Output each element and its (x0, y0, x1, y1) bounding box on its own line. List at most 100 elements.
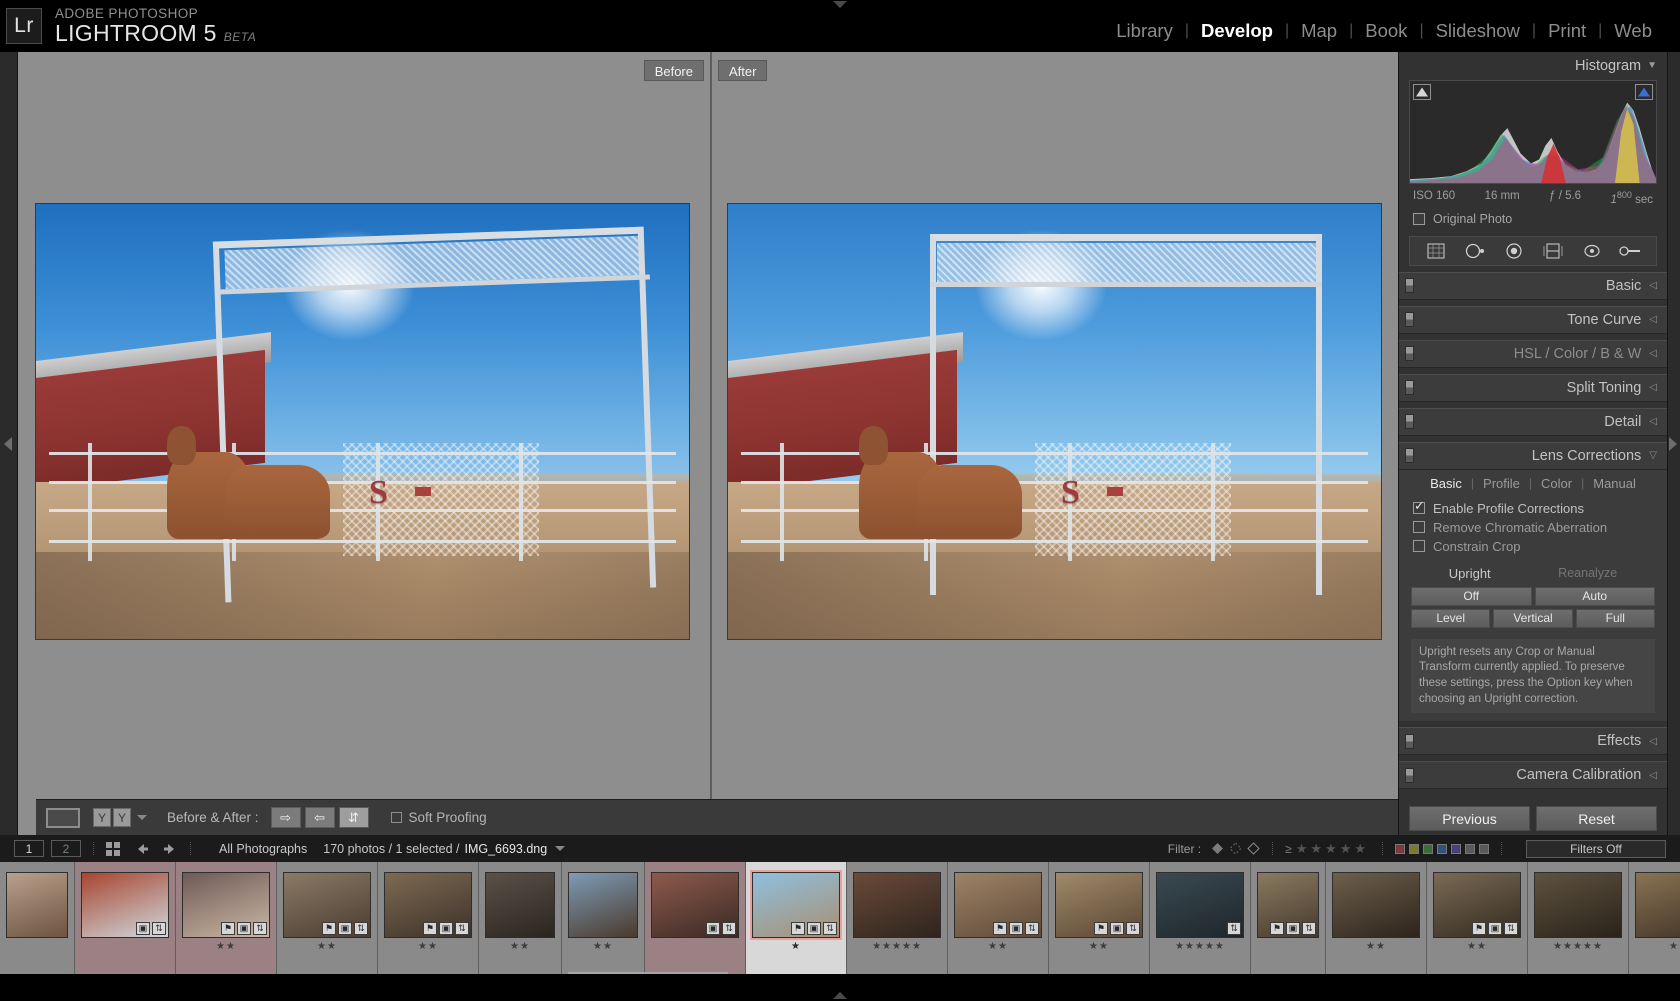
upright-auto-button[interactable]: Auto (1534, 586, 1655, 606)
panel-switch-icon[interactable] (1405, 733, 1414, 749)
panel-header-basic[interactable]: Basic ◁ (1399, 271, 1667, 300)
filmstrip-source-label[interactable]: All Photographs (219, 842, 307, 856)
thumbnail-rating[interactable]: ★★ (1366, 941, 1386, 953)
color-label-1[interactable] (1395, 843, 1405, 854)
badge-dev-icon[interactable]: ⇅ (1227, 922, 1241, 935)
badge-dev-icon[interactable]: ⇅ (1302, 922, 1316, 935)
thumbnail-rating[interactable]: ★★ (1669, 941, 1680, 953)
reset-button[interactable]: Reset (1536, 806, 1657, 831)
badge-crop-icon[interactable]: ▣ (237, 922, 251, 935)
badge-flag-icon[interactable]: ⚑ (322, 922, 336, 935)
view-mode-button[interactable] (46, 807, 80, 828)
color-label-4[interactable] (1437, 843, 1447, 854)
soft-proofing-toggle[interactable]: Soft Proofing (390, 810, 487, 825)
color-label-3[interactable] (1423, 843, 1433, 854)
badge-crop-icon[interactable]: ▣ (1488, 922, 1502, 935)
checkbox[interactable] (1413, 521, 1425, 534)
module-print[interactable]: Print (1536, 20, 1598, 42)
swap-before-after-button[interactable]: ⇵ (338, 807, 369, 828)
chevron-icon[interactable]: ◁ (1649, 770, 1657, 781)
badge-dev-icon[interactable]: ⇅ (354, 922, 368, 935)
panel-header-camera-calibration[interactable]: Camera Calibration ◁ (1399, 761, 1667, 790)
filmstrip-filename[interactable]: IMG_6693.dng (464, 842, 547, 856)
after-photo[interactable]: S (727, 203, 1382, 640)
badge-crop-icon[interactable]: ▣ (706, 922, 720, 935)
badge-flag-icon[interactable]: ⚑ (1270, 922, 1284, 935)
crop-overlay-icon[interactable] (1424, 241, 1448, 261)
panel-switch-icon[interactable] (1405, 414, 1414, 430)
panel-switch-icon[interactable] (1405, 346, 1414, 362)
page-2-button[interactable]: 2 (51, 840, 81, 857)
previous-button[interactable]: Previous (1409, 806, 1530, 831)
thumbnail-rating[interactable]: ★★ (988, 941, 1008, 953)
filter-stars[interactable]: ★ ★ ★ ★ ★ (1296, 841, 1366, 857)
lens-tab-color[interactable]: Color (1534, 476, 1579, 491)
panel-switch-icon[interactable] (1405, 448, 1414, 464)
color-label-6[interactable] (1465, 843, 1475, 854)
thumbnail-rating[interactable]: ★★★★★ (1553, 941, 1603, 953)
filmstrip-thumbnail[interactable]: ⚑ ▣ ⇅ ★★ (176, 862, 277, 974)
flag-y-button-1[interactable]: Y (93, 808, 111, 827)
adjustment-brush-icon[interactable] (1618, 241, 1643, 261)
upright-vertical-button[interactable]: Vertical (1493, 608, 1573, 628)
panel-switch-icon[interactable] (1405, 278, 1414, 294)
lens-tab-manual[interactable]: Manual (1586, 476, 1643, 491)
radial-filter-icon[interactable] (1580, 241, 1604, 261)
checkbox-row-constrain-crop[interactable]: Constrain Crop (1399, 537, 1667, 556)
page-1-button[interactable]: 1 (14, 840, 44, 857)
filter-star-4[interactable]: ★ (1340, 841, 1352, 857)
filmstrip-thumbnail[interactable]: ⚑ ▣ ⇅ ★★ (277, 862, 378, 974)
badge-dev-icon[interactable]: ⇅ (722, 922, 736, 935)
module-develop[interactable]: Develop (1189, 20, 1285, 42)
filmstrip-thumbnail[interactable]: ⚑ ▣ ⇅ ★★ (948, 862, 1049, 974)
back-arrow-icon[interactable] (134, 842, 150, 856)
filmstrip-thumbnail[interactable]: ▣ ⇅ (645, 862, 746, 974)
panel-header-split-toning[interactable]: Split Toning ◁ (1399, 373, 1667, 402)
original-photo-toggle[interactable]: Original Photo (1399, 210, 1667, 234)
soft-proofing-checkbox[interactable] (390, 812, 402, 823)
thumbnail-rating[interactable]: ★★ (593, 941, 613, 953)
badge-dev-icon[interactable]: ⇅ (1504, 922, 1518, 935)
chevron-icon[interactable]: ◁ (1649, 416, 1657, 427)
red-eye-correction-icon[interactable] (1502, 241, 1526, 261)
upright-level-button[interactable]: Level (1411, 608, 1491, 628)
badge-dev-icon[interactable]: ⇅ (253, 922, 267, 935)
filmstrip-thumbnail[interactable]: ★★ (1326, 862, 1427, 974)
thumbnail-rating[interactable]: ★★ (418, 941, 438, 953)
filmstrip-thumbnail[interactable]: ★★ (562, 862, 645, 974)
filter-star-1[interactable]: ★ (1296, 841, 1308, 857)
chevron-icon[interactable]: ▽ (1649, 450, 1657, 461)
histogram-header[interactable]: Histogram ▼ (1399, 52, 1667, 79)
flag-unflagged-icon[interactable] (1229, 842, 1242, 855)
panel-header-effects[interactable]: Effects ◁ (1399, 727, 1667, 756)
filters-off-dropdown[interactable]: Filters Off (1526, 839, 1666, 858)
panel-header-lens-corrections[interactable]: Lens Corrections ▽ (1399, 441, 1667, 470)
chevron-down-icon[interactable] (137, 815, 147, 820)
grid-view-icon[interactable] (106, 841, 120, 856)
filmstrip-thumbnail[interactable]: ⚑ ▣ ⇅ ★ (746, 862, 847, 974)
chevron-down-icon[interactable] (555, 846, 566, 851)
before-photo[interactable]: S (35, 203, 690, 640)
copy-after-to-before-button[interactable]: ⇨ (270, 807, 301, 828)
thumbnail-rating[interactable]: ★★ (216, 941, 236, 953)
module-book[interactable]: Book (1353, 20, 1419, 42)
thumbnail-rating[interactable]: ★ (791, 941, 801, 953)
badge-crop-icon[interactable]: ▣ (439, 922, 453, 935)
filmstrip-thumbnail[interactable] (0, 862, 75, 974)
panel-switch-icon[interactable] (1405, 767, 1414, 783)
filmstrip-toggle-icon[interactable] (833, 992, 847, 999)
badge-dev-icon[interactable]: ⇅ (1126, 922, 1140, 935)
chevron-icon[interactable]: ◁ (1649, 382, 1657, 393)
badge-flag-icon[interactable]: ⚑ (791, 922, 805, 935)
filmstrip-thumbnail[interactable]: ⚑ ▣ ⇅ (1251, 862, 1326, 974)
chevron-icon[interactable]: ◁ (1649, 736, 1657, 747)
checkbox-row-enable-profile-corrections[interactable]: Enable Profile Corrections (1399, 499, 1667, 518)
module-slideshow[interactable]: Slideshow (1424, 20, 1532, 42)
thumbnail-rating[interactable]: ★★★★★ (1175, 941, 1225, 953)
color-label-2[interactable] (1409, 843, 1419, 854)
badge-flag-icon[interactable]: ⚑ (993, 922, 1007, 935)
upright-full-button[interactable]: Full (1575, 608, 1655, 628)
lens-tab-profile[interactable]: Profile (1476, 476, 1527, 491)
filmstrip-thumbnail[interactable]: ★★★★★ (847, 862, 948, 974)
filter-star-5[interactable]: ★ (1354, 841, 1366, 857)
